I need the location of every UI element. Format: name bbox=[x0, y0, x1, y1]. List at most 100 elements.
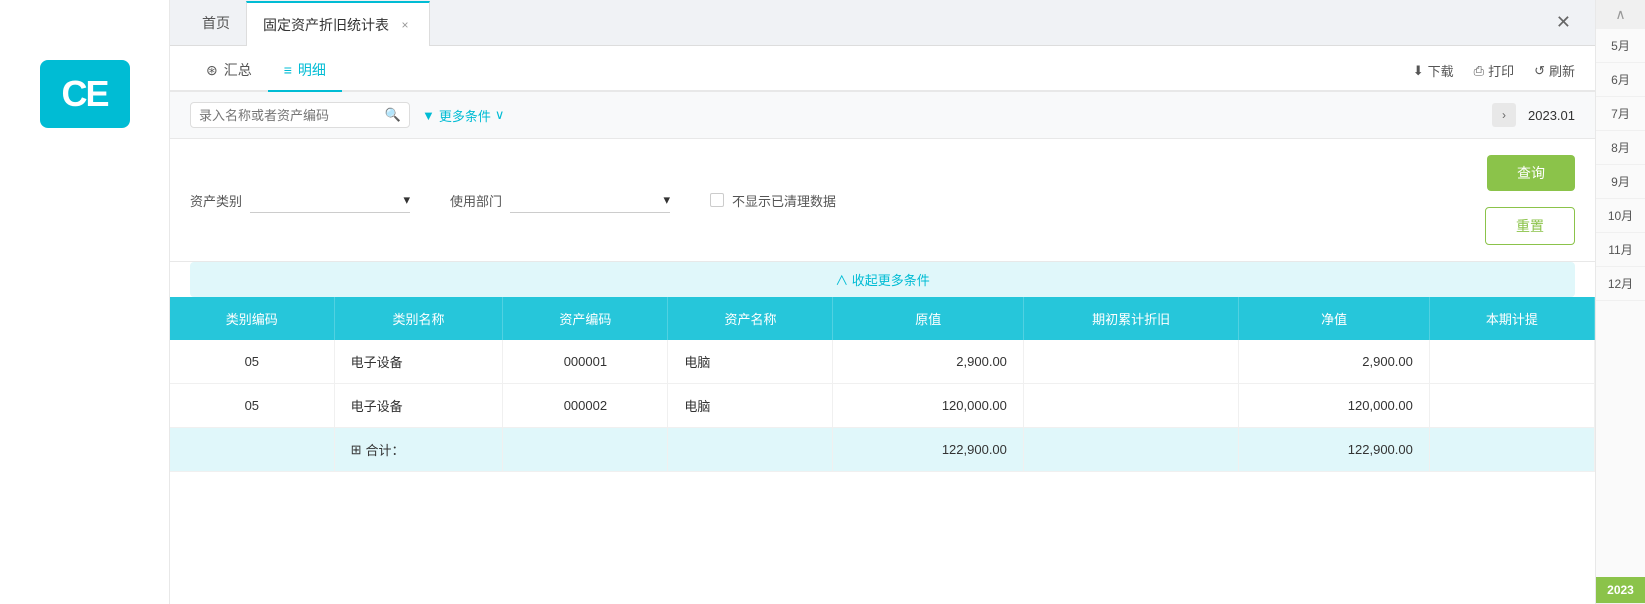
department-arrow: ▾ bbox=[664, 192, 671, 208]
col-asset-code: 资产编码 bbox=[503, 297, 668, 340]
reset-button[interactable]: 重置 bbox=[1485, 207, 1575, 245]
search-icon[interactable]: 🔍 bbox=[385, 107, 401, 123]
tab-close-button[interactable]: × bbox=[397, 17, 413, 33]
table-header-row: 类别编码 类别名称 资产编码 资产名称 原值 期初累计折旧 净值 本期计提 bbox=[170, 297, 1595, 340]
hide-cleared-field: 不显示已清理数据 bbox=[710, 191, 836, 210]
print-label: 打印 bbox=[1488, 61, 1514, 80]
tab-detail[interactable]: ≡ 明细 bbox=[268, 50, 342, 92]
month-5[interactable]: 5月 bbox=[1596, 29, 1645, 63]
hide-cleared-checkbox[interactable] bbox=[710, 193, 724, 207]
collapse-label: ∧ 收起更多条件 bbox=[835, 270, 930, 289]
tab-home[interactable]: 首页 bbox=[186, 0, 246, 46]
cell-accumulated-dep-2 bbox=[1023, 384, 1239, 428]
data-table: 类别编码 类别名称 资产编码 资产名称 原值 期初累计折旧 净值 本期计提 05… bbox=[170, 297, 1595, 472]
right-sidebar: ∧ 5月 6月 7月 8月 9月 10月 11月 12月 2023 bbox=[1595, 0, 1645, 604]
sub-tab-bar: ⊛ 汇总 ≡ 明细 ⬇ 下载 ⎙ 打印 ↺ 刷新 bbox=[170, 46, 1595, 92]
cell-asset-code-1: 000001 bbox=[503, 340, 668, 384]
cell-net-value-1: 2,900.00 bbox=[1239, 340, 1429, 384]
cell-category-name-2: 电子设备 bbox=[334, 384, 503, 428]
month-11[interactable]: 11月 bbox=[1596, 233, 1645, 267]
total-asset-code bbox=[503, 428, 668, 472]
more-filter-button[interactable]: ▼ 更多条件 ∨ bbox=[422, 106, 504, 125]
month-8[interactable]: 8月 bbox=[1596, 131, 1645, 165]
cell-accumulated-dep-1 bbox=[1023, 340, 1239, 384]
total-original-value: 122,900.00 bbox=[833, 428, 1023, 472]
total-net-value: 122,900.00 bbox=[1239, 428, 1429, 472]
tab-summary[interactable]: ⊛ 汇总 bbox=[190, 50, 268, 92]
cell-current-dep-2 bbox=[1429, 384, 1594, 428]
download-label: 下载 bbox=[1428, 61, 1454, 80]
refresh-icon: ↺ bbox=[1534, 63, 1545, 79]
collapse-bar-button[interactable]: ∧ 收起更多条件 bbox=[190, 262, 1575, 297]
cell-original-value-1: 2,900.00 bbox=[833, 340, 1023, 384]
col-original-value: 原值 bbox=[833, 297, 1023, 340]
more-filter-label: 更多条件 bbox=[439, 106, 491, 125]
month-nav-up[interactable]: ∧ bbox=[1596, 0, 1645, 29]
tab-detail-label: 明细 bbox=[298, 60, 326, 80]
cell-asset-name-1: 电脑 bbox=[668, 340, 833, 384]
table-row: 05 电子设备 000002 电脑 120,000.00 120,000.00 bbox=[170, 384, 1595, 428]
department-field: 使用部门 ▾ bbox=[450, 188, 670, 213]
tab-active-label: 固定资产折旧统计表 bbox=[263, 2, 389, 48]
download-icon: ⬇ bbox=[1413, 63, 1424, 79]
table-container: 类别编码 类别名称 资产编码 资产名称 原值 期初累计折旧 净值 本期计提 05… bbox=[170, 297, 1595, 604]
advanced-filter: 资产类别 ▾ 使用部门 ▾ 不显示已清理数据 bbox=[170, 139, 1595, 262]
content-wrapper: ⊛ 汇总 ≡ 明细 ⬇ 下载 ⎙ 打印 ↺ 刷新 bbox=[170, 46, 1595, 604]
total-icon-glyph: ⊞ bbox=[351, 442, 362, 458]
search-wrap: 🔍 bbox=[190, 102, 410, 128]
col-current-dep: 本期计提 bbox=[1429, 297, 1594, 340]
month-7[interactable]: 7月 bbox=[1596, 97, 1645, 131]
print-button[interactable]: ⎙ 打印 bbox=[1474, 61, 1514, 80]
total-icon-cell bbox=[170, 428, 334, 472]
asset-category-label: 资产类别 bbox=[190, 191, 242, 210]
logo-emblem: CE bbox=[40, 60, 130, 128]
date-display: 2023.01 bbox=[1528, 108, 1575, 123]
tab-active[interactable]: 固定资产折旧统计表 × bbox=[246, 1, 430, 47]
list-icon: ≡ bbox=[284, 62, 292, 78]
month-12[interactable]: 12月 bbox=[1596, 267, 1645, 301]
cell-original-value-2: 120,000.00 bbox=[833, 384, 1023, 428]
col-accumulated-dep: 期初累计折旧 bbox=[1023, 297, 1239, 340]
filter-row: 资产类别 ▾ 使用部门 ▾ 不显示已清理数据 bbox=[190, 155, 1575, 245]
cell-asset-name-2: 电脑 bbox=[668, 384, 833, 428]
main-area: 首页 固定资产折旧统计表 × ✕ ⊛ 汇总 ≡ 明细 ⬇ 下载 bbox=[170, 0, 1595, 604]
cell-category-name-1: 电子设备 bbox=[334, 340, 503, 384]
department-select[interactable]: ▾ bbox=[510, 188, 670, 213]
filter-actions: 查询 重置 bbox=[1485, 155, 1575, 245]
total-icon: ⊞ 合计： bbox=[351, 440, 405, 459]
department-label: 使用部门 bbox=[450, 191, 502, 210]
refresh-label: 刷新 bbox=[1549, 61, 1575, 80]
cell-category-code-1: 05 bbox=[170, 340, 334, 384]
filter-bar: 🔍 ▼ 更多条件 ∨ › 2023.01 bbox=[170, 92, 1595, 139]
tab-summary-label: 汇总 bbox=[224, 60, 252, 80]
asset-category-select[interactable]: ▾ bbox=[250, 188, 410, 213]
layers-icon: ⊛ bbox=[206, 62, 218, 79]
cell-asset-code-2: 000002 bbox=[503, 384, 668, 428]
refresh-button[interactable]: ↺ 刷新 bbox=[1534, 61, 1575, 80]
filter-icon: ▼ bbox=[422, 108, 435, 123]
month-6[interactable]: 6月 bbox=[1596, 63, 1645, 97]
total-label-cell: ⊞ 合计： bbox=[334, 428, 503, 472]
download-button[interactable]: ⬇ 下载 bbox=[1413, 61, 1454, 80]
total-accumulated-dep bbox=[1023, 428, 1239, 472]
tab-bar-right: ✕ bbox=[1548, 12, 1579, 33]
col-asset-name: 资产名称 bbox=[668, 297, 833, 340]
window-close-button[interactable]: ✕ bbox=[1548, 8, 1579, 36]
col-category-code: 类别编码 bbox=[170, 297, 334, 340]
month-9[interactable]: 9月 bbox=[1596, 165, 1645, 199]
chevron-down-icon: ∨ bbox=[495, 107, 505, 123]
asset-category-arrow: ▾ bbox=[403, 192, 410, 208]
col-net-value: 净值 bbox=[1239, 297, 1429, 340]
tab-bar: 首页 固定资产折旧统计表 × ✕ bbox=[170, 0, 1595, 46]
cell-net-value-2: 120,000.00 bbox=[1239, 384, 1429, 428]
cell-current-dep-1 bbox=[1429, 340, 1594, 384]
query-button[interactable]: 查询 bbox=[1487, 155, 1575, 191]
search-input[interactable] bbox=[199, 108, 379, 123]
sub-tab-actions: ⬇ 下载 ⎙ 打印 ↺ 刷新 bbox=[1413, 61, 1575, 90]
filter-expand-button[interactable]: › bbox=[1492, 103, 1516, 127]
hide-cleared-label: 不显示已清理数据 bbox=[732, 191, 836, 210]
month-nav: 5月 6月 7月 8月 9月 10月 11月 12月 bbox=[1596, 29, 1645, 577]
year-badge[interactable]: 2023 bbox=[1596, 577, 1645, 604]
cell-category-code-2: 05 bbox=[170, 384, 334, 428]
month-10[interactable]: 10月 bbox=[1596, 199, 1645, 233]
